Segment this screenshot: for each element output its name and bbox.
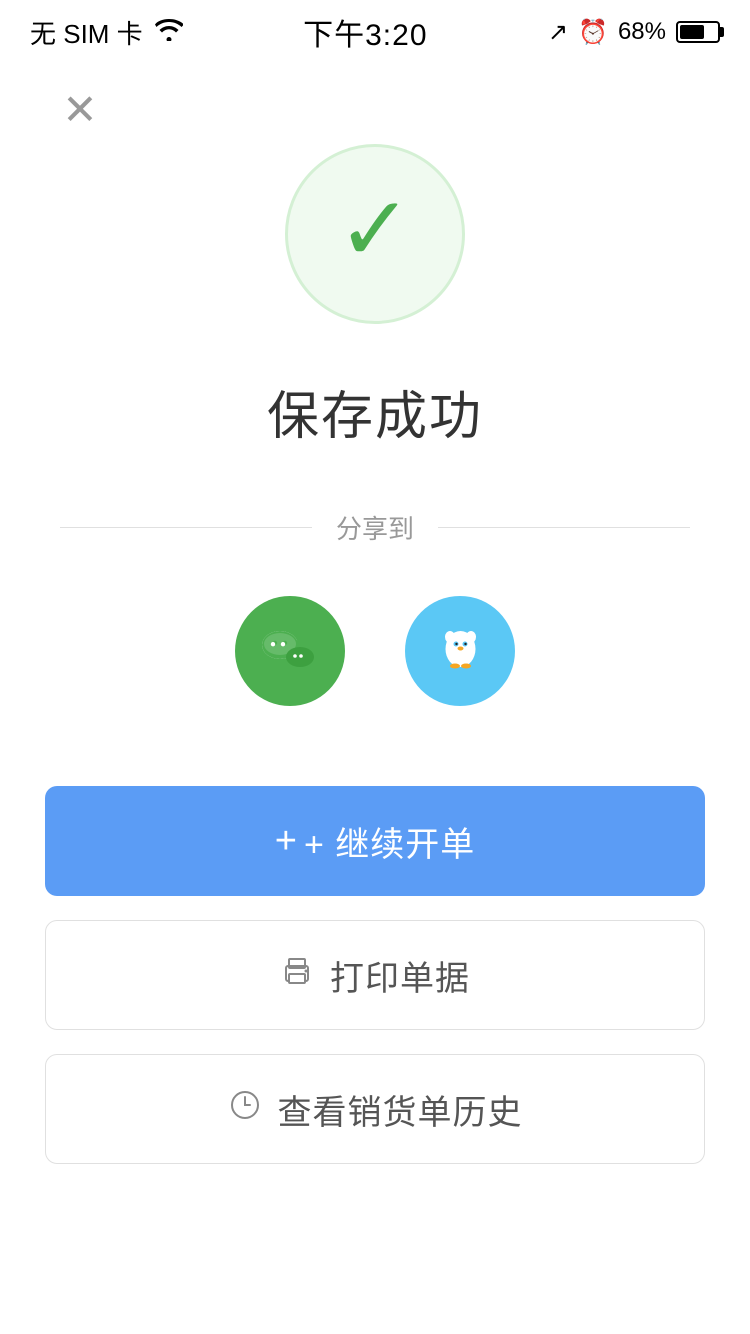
share-divider-text: 分享到 <box>312 509 438 546</box>
location-icon: ↗ <box>548 18 568 47</box>
continue-order-label: + 继续开单 <box>304 817 475 866</box>
divider-line-right <box>438 527 690 528</box>
divider-line-left <box>60 527 312 528</box>
status-left: 无 SIM 卡 <box>30 14 183 51</box>
print-button[interactable]: 打印单据 <box>45 920 705 1030</box>
close-button[interactable]: ✕ <box>50 80 110 140</box>
main-content: ✓ 保存成功 分享到 <box>0 64 750 1164</box>
action-buttons: + + 继续开单 打印单据 查看销货单历史 <box>45 786 705 1164</box>
continue-order-button[interactable]: + + 继续开单 <box>45 786 705 896</box>
battery-fill <box>680 25 704 39</box>
battery-bar <box>676 21 720 43</box>
print-icon <box>280 954 314 997</box>
success-circle: ✓ <box>285 144 465 324</box>
status-time: 下午3:20 <box>303 10 427 54</box>
success-title: 保存成功 <box>267 374 483 449</box>
status-right: ↗ ⏰ 68% <box>548 18 720 47</box>
close-icon: ✕ <box>62 89 97 131</box>
qq-icon <box>428 619 493 684</box>
history-label: 查看销货单历史 <box>278 1085 523 1134</box>
battery-percentage: 68% <box>618 18 666 46</box>
print-label: 打印单据 <box>330 951 470 1000</box>
share-divider: 分享到 <box>0 509 750 546</box>
history-icon <box>228 1088 262 1131</box>
plus-icon: + <box>275 820 298 863</box>
wechat-share-button[interactable] <box>235 596 345 706</box>
status-bar: 无 SIM 卡 下午3:20 ↗ ⏰ 68% <box>0 0 750 64</box>
checkmark-icon: ✓ <box>337 185 412 275</box>
qq-share-button[interactable] <box>405 596 515 706</box>
history-button[interactable]: 查看销货单历史 <box>45 1054 705 1164</box>
wifi-icon <box>155 17 183 48</box>
no-sim-text: 无 SIM 卡 <box>30 14 143 51</box>
wechat-icon <box>258 619 323 684</box>
share-icons <box>235 596 515 706</box>
alarm-icon: ⏰ <box>578 18 608 47</box>
